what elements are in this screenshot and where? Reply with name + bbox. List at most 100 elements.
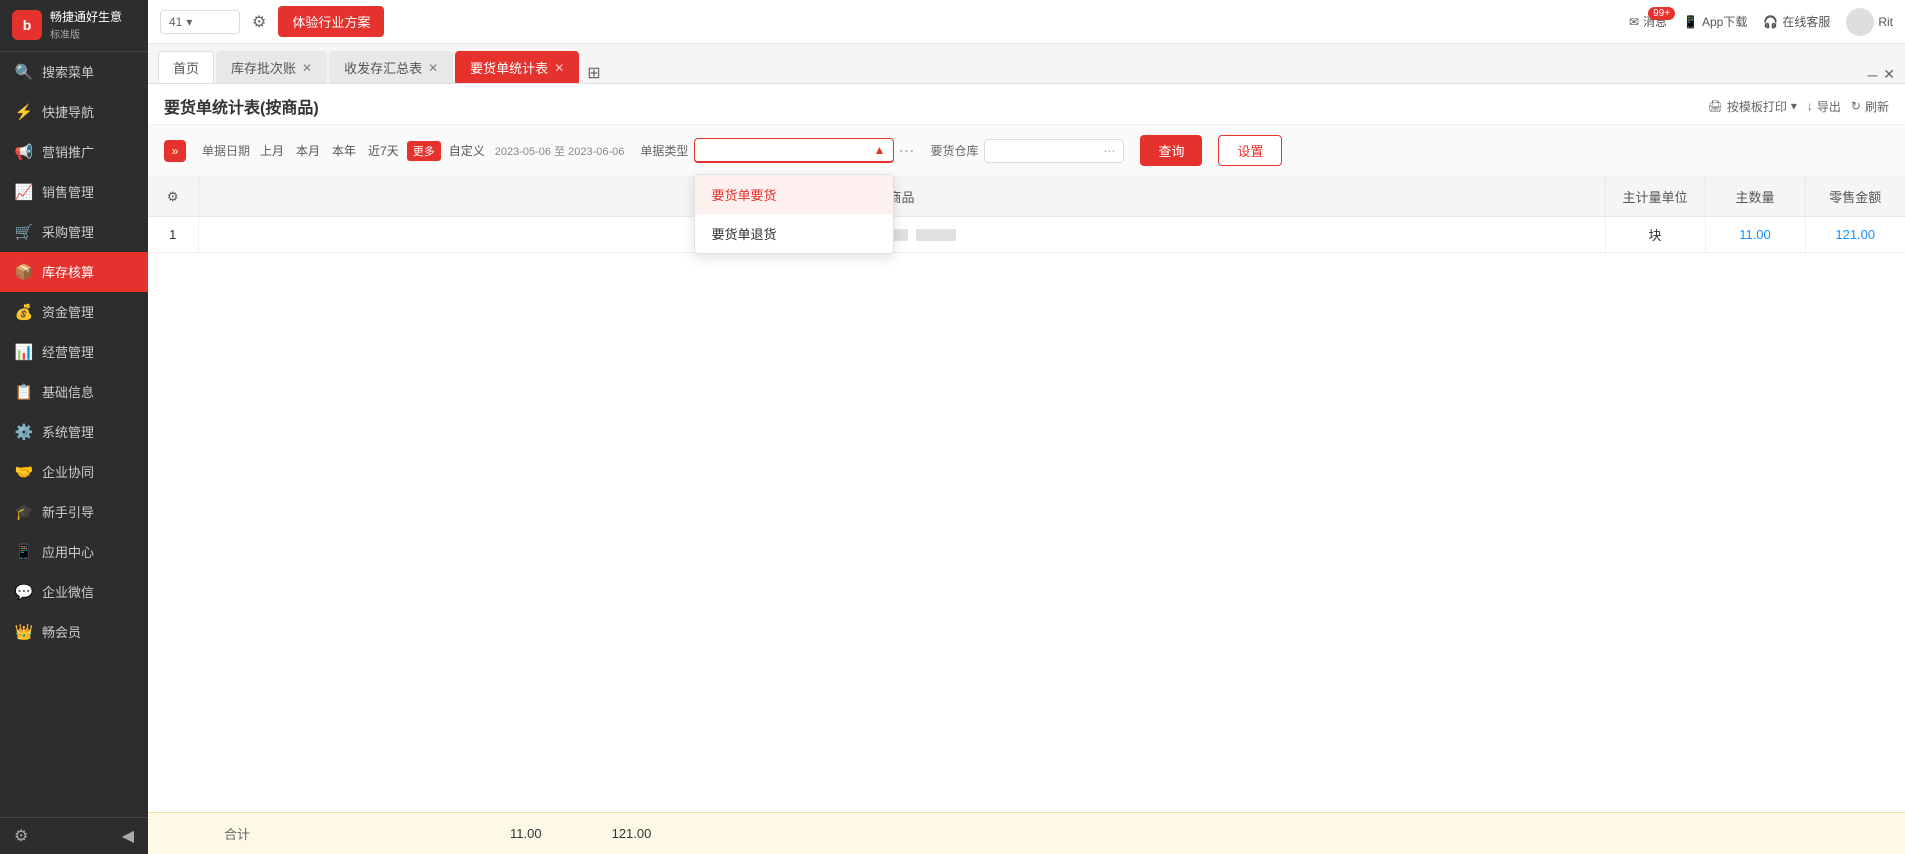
tab-home[interactable]: 首页 xyxy=(158,51,214,83)
filter-expand-button[interactable]: » xyxy=(164,140,186,162)
row-amount: 121.00 xyxy=(1805,217,1905,253)
sidebar-item-inventory[interactable]: 📦 库存核算 xyxy=(0,252,148,292)
guide-icon: 🎓 xyxy=(14,502,34,522)
chevron-up-icon: ▲ xyxy=(874,143,886,157)
refresh-button[interactable]: ↻ 刷新 xyxy=(1851,98,1889,115)
sidebar-item-guide[interactable]: 🎓 新手引导 xyxy=(0,492,148,532)
tab-close-icon[interactable]: ✕ xyxy=(428,61,438,75)
sidebar-item-label: 销售管理 xyxy=(42,182,94,201)
dropdown-item-order-goods[interactable]: 要货单要货 xyxy=(695,175,893,214)
type-dropdown-menu: 要货单要货 要货单退货 xyxy=(694,174,894,254)
amount-link[interactable]: 121.00 xyxy=(1835,227,1875,242)
sidebar-item-purchase[interactable]: 🛒 采购管理 xyxy=(0,212,148,252)
tab-summary[interactable]: 收发存汇总表 ✕ xyxy=(329,51,453,83)
basicinfo-icon: 📋 xyxy=(14,382,34,402)
sidebar-item-label: 基础信息 xyxy=(42,382,94,401)
qty-link[interactable]: 11.00 xyxy=(1739,227,1771,242)
warehouse-select[interactable]: ⋯ xyxy=(984,139,1124,163)
sidebar-item-basicinfo[interactable]: 📋 基础信息 xyxy=(0,372,148,412)
sidebar-item-label: 企业协同 xyxy=(42,462,94,481)
sidebar-item-label: 系统管理 xyxy=(42,422,94,441)
inventory-icon: 📦 xyxy=(14,262,34,282)
app-name: 畅捷通好生意 xyxy=(50,10,122,26)
dropdown-item-return-goods[interactable]: 要货单退货 xyxy=(695,214,893,253)
finance-icon: 💰 xyxy=(14,302,34,322)
shortcut-more[interactable]: 更多 xyxy=(407,141,441,161)
sidebar-item-label: 快捷导航 xyxy=(42,102,94,121)
table-header-row: ⚙ 商品 主计量单位 主数量 零售金额 xyxy=(148,177,1905,217)
window-minimize-icon[interactable]: ─ xyxy=(1867,67,1877,83)
tenant-number: 41 xyxy=(169,15,182,29)
print-icon: 🖨 xyxy=(1708,99,1723,113)
app-logo-icon: b xyxy=(12,10,42,40)
th-amount: 零售金额 xyxy=(1805,177,1905,217)
sidebar-settings-icon[interactable]: ⚙ xyxy=(14,826,28,846)
more-icon: ⋯ xyxy=(1103,144,1115,158)
type-select-container: ▲ ⋯ 要货单要货 要货单退货 xyxy=(694,138,914,163)
shortcut-this-month[interactable]: 本月 xyxy=(292,140,324,161)
app-sub: 标准版 xyxy=(50,26,122,41)
topbar-gear-icon[interactable]: ⚙ xyxy=(248,8,270,36)
sidebar-item-label: 企业微信 xyxy=(42,582,94,601)
sidebar-item-member[interactable]: 👑 畅会员 xyxy=(0,612,148,652)
chevron-down-icon: ▾ xyxy=(186,15,192,29)
print-button[interactable]: 🖨 按模板打印 ▾ xyxy=(1708,98,1797,115)
app-download-label: App下载 xyxy=(1702,13,1747,30)
row-qty: 11.00 xyxy=(1705,217,1805,253)
main-area: 41 ▾ ⚙ 体验行业方案 ✉ 消息 99+ 📱 App下载 🎧 在线客服 R xyxy=(148,0,1905,854)
app-download-button[interactable]: 📱 App下载 xyxy=(1683,13,1747,30)
type-more-icon[interactable]: ⋯ xyxy=(898,141,914,161)
type-filter-label: 单据类型 xyxy=(640,142,688,159)
sidebar-item-system[interactable]: ⚙️ 系统管理 xyxy=(0,412,148,452)
sidebar-item-label: 新手引导 xyxy=(42,502,94,521)
sidebar-item-label: 应用中心 xyxy=(42,542,94,561)
dropdown-item-label: 要货单退货 xyxy=(711,224,776,243)
sidebar-item-label: 畅会员 xyxy=(42,622,81,641)
sidebar-item-marketing[interactable]: 📢 营销推广 xyxy=(0,132,148,172)
online-service-label: 在线客服 xyxy=(1782,13,1830,30)
sidebar-item-enterprise[interactable]: 🤝 企业协同 xyxy=(0,452,148,492)
sidebar-item-operations[interactable]: 📊 经营管理 xyxy=(0,332,148,372)
filter-settings-button[interactable]: 设置 xyxy=(1218,135,1282,166)
tab-close-icon[interactable]: ✕ xyxy=(554,61,564,75)
query-button[interactable]: 查询 xyxy=(1140,135,1202,166)
shortcut-last-month[interactable]: 上月 xyxy=(256,140,288,161)
sidebar-item-label: 资金管理 xyxy=(42,302,94,321)
sidebar-collapse-icon[interactable]: ◀ xyxy=(122,826,134,846)
sidebar-item-finance[interactable]: 💰 资金管理 xyxy=(0,292,148,332)
tab-order-stats-label: 要货单统计表 xyxy=(470,58,548,77)
wechat-icon: 💬 xyxy=(14,582,34,602)
tab-bar: 首页 库存批次账 ✕ 收发存汇总表 ✕ 要货单统计表 ✕ ⊞ ─ ✕ xyxy=(148,44,1905,84)
sidebar-item-search[interactable]: 🔍 搜索菜单 xyxy=(0,52,148,92)
sidebar-item-sales[interactable]: 📈 销售管理 xyxy=(0,172,148,212)
message-icon: ✉ xyxy=(1629,15,1639,29)
online-service-button[interactable]: 🎧 在线客服 xyxy=(1763,13,1830,30)
member-icon: 👑 xyxy=(14,622,34,642)
operations-icon: 📊 xyxy=(14,342,34,362)
shortcut-custom[interactable]: 自定义 xyxy=(445,140,489,161)
export-label: 导出 xyxy=(1817,98,1841,115)
sidebar-nav: 🔍 搜索菜单 ⚡ 快捷导航 📢 营销推广 📈 销售管理 🛒 采购管理 📦 库存核… xyxy=(0,52,148,817)
industry-trial-button[interactable]: 体验行业方案 xyxy=(278,6,384,37)
date-filter-group: 单据日期 上月 本月 本年 近7天 更多 自定义 2023-05-06 至 20… xyxy=(202,140,624,161)
tab-batch-label: 库存批次账 xyxy=(231,58,296,77)
shortcut-7days[interactable]: 近7天 xyxy=(364,140,403,161)
messages-button[interactable]: ✉ 消息 99+ xyxy=(1629,13,1667,30)
user-avatar-area[interactable]: Rit xyxy=(1846,8,1893,36)
tab-batch-account[interactable]: 库存批次账 ✕ xyxy=(216,51,327,83)
th-settings[interactable]: ⚙ xyxy=(148,177,198,217)
type-select[interactable]: ▲ xyxy=(694,138,894,163)
sidebar-item-quicknav[interactable]: ⚡ 快捷导航 xyxy=(0,92,148,132)
tab-close-icon[interactable]: ✕ xyxy=(302,61,312,75)
sidebar-item-appcenter[interactable]: 📱 应用中心 xyxy=(0,532,148,572)
tab-order-stats[interactable]: 要货单统计表 ✕ xyxy=(455,51,579,83)
table-settings-icon: ⚙ xyxy=(167,189,179,204)
window-close-icon[interactable]: ✕ xyxy=(1883,66,1895,83)
topbar-left: 41 ▾ ⚙ 体验行业方案 xyxy=(160,6,384,37)
tenant-dropdown[interactable]: 41 ▾ xyxy=(160,10,240,34)
chevron-down-icon: ▾ xyxy=(1791,99,1797,113)
sidebar-item-wechat[interactable]: 💬 企业微信 xyxy=(0,572,148,612)
shortcut-this-year[interactable]: 本年 xyxy=(328,140,360,161)
tab-expand-icon[interactable]: ⊞ xyxy=(581,63,606,83)
export-button[interactable]: ↓ 导出 xyxy=(1807,98,1841,115)
